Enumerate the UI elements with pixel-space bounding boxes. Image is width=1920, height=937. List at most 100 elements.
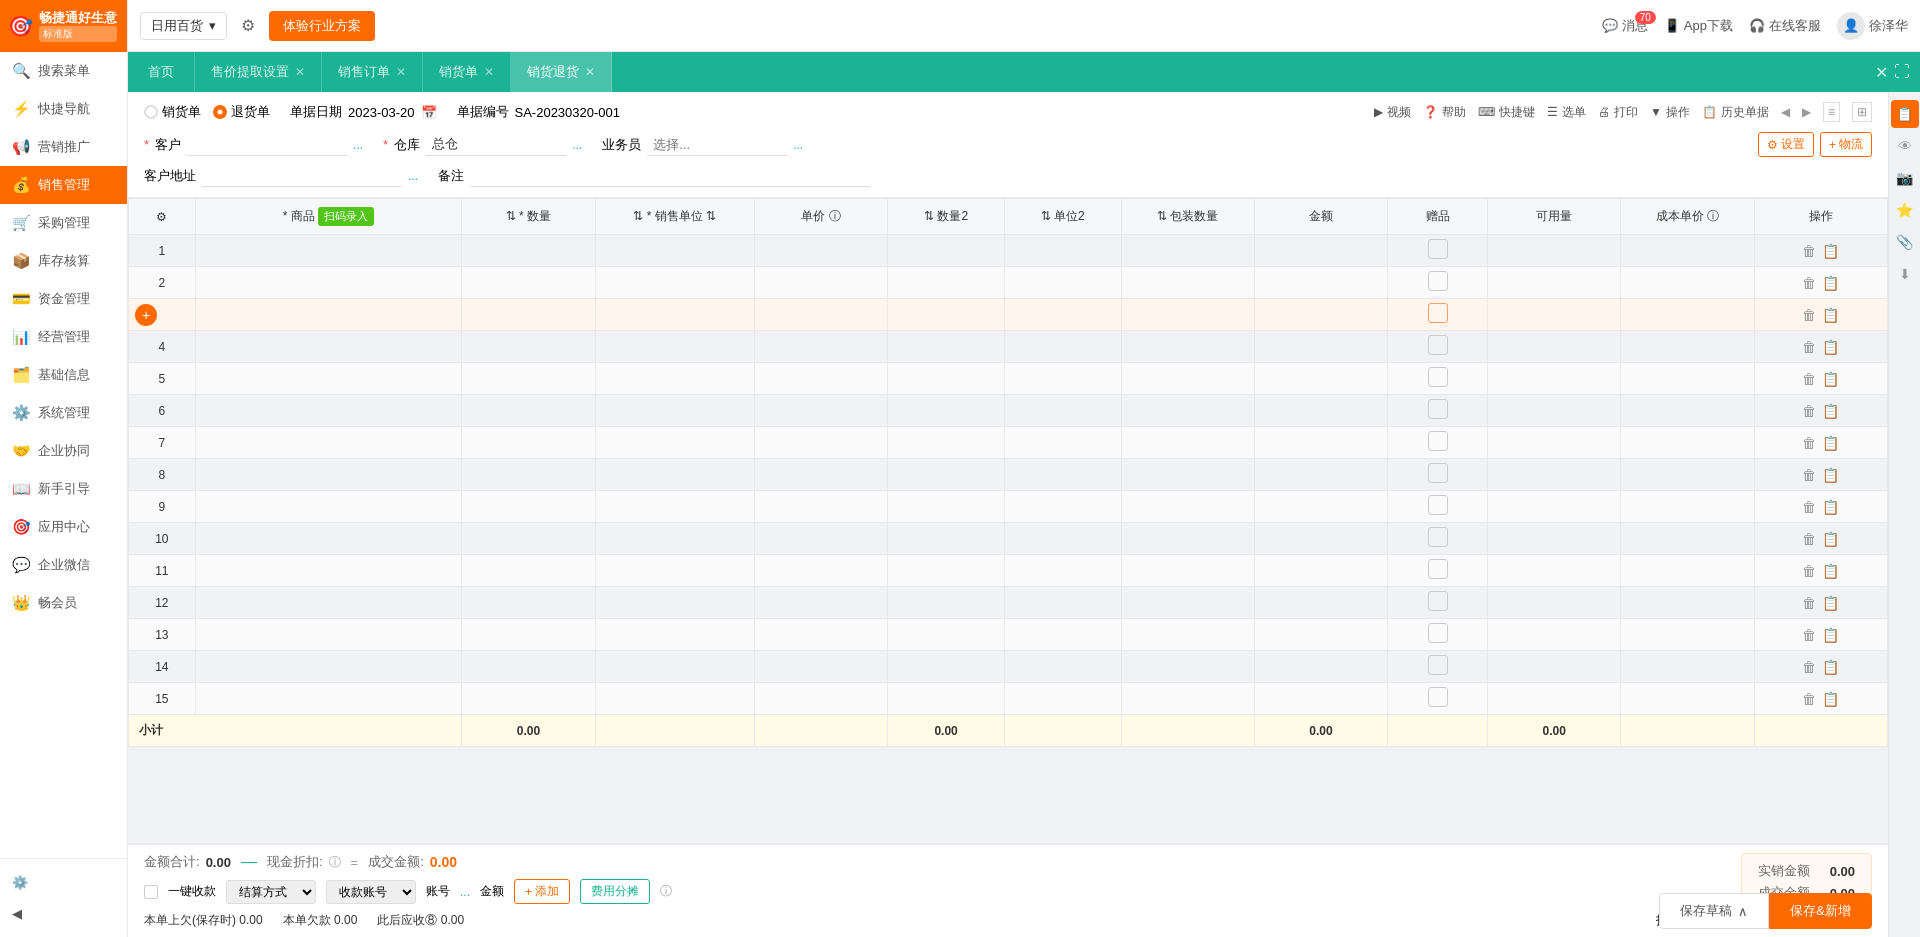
amount-cell[interactable] bbox=[1254, 235, 1387, 267]
product-cell[interactable] bbox=[195, 267, 462, 299]
tab-sales-return-close[interactable]: ✕ bbox=[585, 65, 595, 79]
qty-cell[interactable] bbox=[462, 235, 595, 267]
fenyong-info-icon[interactable]: ⓘ bbox=[660, 883, 672, 900]
discount-info-icon[interactable]: ⓘ bbox=[329, 854, 341, 871]
pack-cell[interactable] bbox=[1121, 651, 1254, 683]
fenyong-btn[interactable]: 费用分摊 bbox=[580, 879, 650, 904]
qty2-cell[interactable] bbox=[888, 683, 1005, 715]
unit2-cell[interactable] bbox=[1004, 683, 1121, 715]
delete-row-icon[interactable]: 🗑 bbox=[1802, 627, 1816, 643]
amount-cell[interactable] bbox=[1254, 331, 1387, 363]
gift-checkbox[interactable] bbox=[1428, 463, 1448, 483]
one-click-checkbox[interactable] bbox=[144, 885, 158, 899]
cost-cell[interactable] bbox=[1621, 683, 1754, 715]
unit2-cell-active[interactable] bbox=[1004, 299, 1121, 331]
tab-maximize-btn[interactable]: ⛶ bbox=[1894, 63, 1910, 81]
product-cell[interactable] bbox=[195, 651, 462, 683]
qty2-cell[interactable] bbox=[888, 363, 1005, 395]
gift-cell[interactable] bbox=[1388, 395, 1488, 427]
gift-checkbox[interactable] bbox=[1428, 559, 1448, 579]
view-list-btn[interactable]: ≡ bbox=[1823, 102, 1840, 122]
unit-cell[interactable] bbox=[595, 683, 754, 715]
product-cell[interactable] bbox=[195, 491, 462, 523]
sidebar-item-member[interactable]: 👑 畅会员 bbox=[0, 584, 127, 622]
qty2-cell[interactable] bbox=[888, 555, 1005, 587]
gift-checkbox[interactable] bbox=[1428, 367, 1448, 387]
avail-cell[interactable] bbox=[1488, 619, 1621, 651]
pack-cell[interactable] bbox=[1121, 235, 1254, 267]
pack-cell[interactable] bbox=[1121, 267, 1254, 299]
gift-checkbox-active[interactable] bbox=[1428, 303, 1448, 323]
unit-cell[interactable] bbox=[595, 491, 754, 523]
qty2-cell[interactable] bbox=[888, 267, 1005, 299]
gift-checkbox[interactable] bbox=[1428, 399, 1448, 419]
right-panel-icon-5[interactable]: 📎 bbox=[1891, 228, 1919, 256]
cost-cell[interactable] bbox=[1621, 587, 1754, 619]
unit-cell[interactable] bbox=[595, 331, 754, 363]
product-cell[interactable] bbox=[195, 619, 462, 651]
amount-cell-active[interactable] bbox=[1254, 299, 1387, 331]
gift-checkbox[interactable] bbox=[1428, 687, 1448, 707]
trial-btn[interactable]: 体验行业方案 bbox=[269, 11, 375, 41]
delete-row-icon[interactable]: 🗑 bbox=[1802, 435, 1816, 451]
unit2-cell[interactable] bbox=[1004, 555, 1121, 587]
avail-cell[interactable] bbox=[1488, 331, 1621, 363]
avail-cell[interactable] bbox=[1488, 683, 1621, 715]
copy-row-icon[interactable]: 📋 bbox=[1822, 371, 1839, 387]
settle-select[interactable]: 结算方式 bbox=[226, 880, 316, 904]
product-cell[interactable] bbox=[195, 235, 462, 267]
gift-checkbox[interactable] bbox=[1428, 655, 1448, 675]
unit2-cell[interactable] bbox=[1004, 235, 1121, 267]
avail-cell[interactable] bbox=[1488, 523, 1621, 555]
customer-input[interactable] bbox=[187, 134, 347, 156]
pack-cell[interactable] bbox=[1121, 395, 1254, 427]
copy-row-icon[interactable]: 📋 bbox=[1822, 467, 1839, 483]
sidebar-item-purchase[interactable]: 🛒 采购管理 bbox=[0, 204, 127, 242]
qty-cell[interactable] bbox=[462, 427, 595, 459]
right-panel-icon-3[interactable]: 📷 bbox=[1891, 164, 1919, 192]
gift-cell[interactable] bbox=[1388, 427, 1488, 459]
amount-cell[interactable] bbox=[1254, 267, 1387, 299]
sidebar-item-wechat[interactable]: 💬 企业微信 bbox=[0, 546, 127, 584]
shortcut-key-btn[interactable]: ⌨快捷键 bbox=[1478, 104, 1535, 121]
price-cell[interactable] bbox=[754, 619, 887, 651]
product-cell[interactable] bbox=[195, 427, 462, 459]
address-input[interactable] bbox=[202, 165, 402, 187]
price-cell[interactable] bbox=[754, 427, 887, 459]
gift-checkbox[interactable] bbox=[1428, 623, 1448, 643]
amount-cell[interactable] bbox=[1254, 651, 1387, 683]
message-btn[interactable]: 💬 70 消息 bbox=[1602, 17, 1648, 35]
unit2-cell[interactable] bbox=[1004, 651, 1121, 683]
tab-close-all-btn[interactable]: ✕ bbox=[1875, 63, 1888, 82]
sidebar-collapse-btn[interactable]: ◀ bbox=[0, 898, 127, 929]
product-cell[interactable] bbox=[195, 683, 462, 715]
sidebar-item-sales[interactable]: 💰 销售管理 bbox=[0, 166, 127, 204]
qty-cell[interactable] bbox=[462, 555, 595, 587]
barcode-btn[interactable]: 扫码录入 bbox=[318, 207, 374, 226]
daily-goods-selector[interactable]: 日用百货 ▾ bbox=[140, 12, 227, 40]
sidebar-item-system[interactable]: ⚙️ 系统管理 bbox=[0, 394, 127, 432]
tab-price-settings[interactable]: 售价提取设置 ✕ bbox=[195, 52, 322, 92]
price-cell[interactable] bbox=[754, 587, 887, 619]
amount-cell[interactable] bbox=[1254, 587, 1387, 619]
copy-row-icon[interactable]: 📋 bbox=[1822, 691, 1839, 707]
pack-cell[interactable] bbox=[1121, 619, 1254, 651]
sidebar-item-newbie[interactable]: 📖 新手引导 bbox=[0, 470, 127, 508]
gift-checkbox[interactable] bbox=[1428, 527, 1448, 547]
qty-cell[interactable] bbox=[462, 267, 595, 299]
app-download-btn[interactable]: 📱 App下载 bbox=[1664, 17, 1733, 35]
address-select-btn[interactable]: ... bbox=[408, 169, 418, 183]
avail-cell[interactable] bbox=[1488, 363, 1621, 395]
qty-cell[interactable] bbox=[462, 491, 595, 523]
qty-cell[interactable] bbox=[462, 395, 595, 427]
price-cell[interactable] bbox=[754, 267, 887, 299]
unit-cell-active[interactable] bbox=[595, 299, 754, 331]
settings-form-btn[interactable]: ⚙ 设置 bbox=[1758, 132, 1814, 157]
right-panel-icon-6[interactable]: ⬇ bbox=[1891, 260, 1919, 288]
price-cell[interactable] bbox=[754, 395, 887, 427]
sidebar-item-apps[interactable]: 🎯 应用中心 bbox=[0, 508, 127, 546]
unit-cell[interactable] bbox=[595, 235, 754, 267]
right-panel-icon-4[interactable]: ⭐ bbox=[1891, 196, 1919, 224]
print-btn[interactable]: 🖨打印 bbox=[1598, 104, 1638, 121]
price-cell-active[interactable] bbox=[754, 299, 887, 331]
